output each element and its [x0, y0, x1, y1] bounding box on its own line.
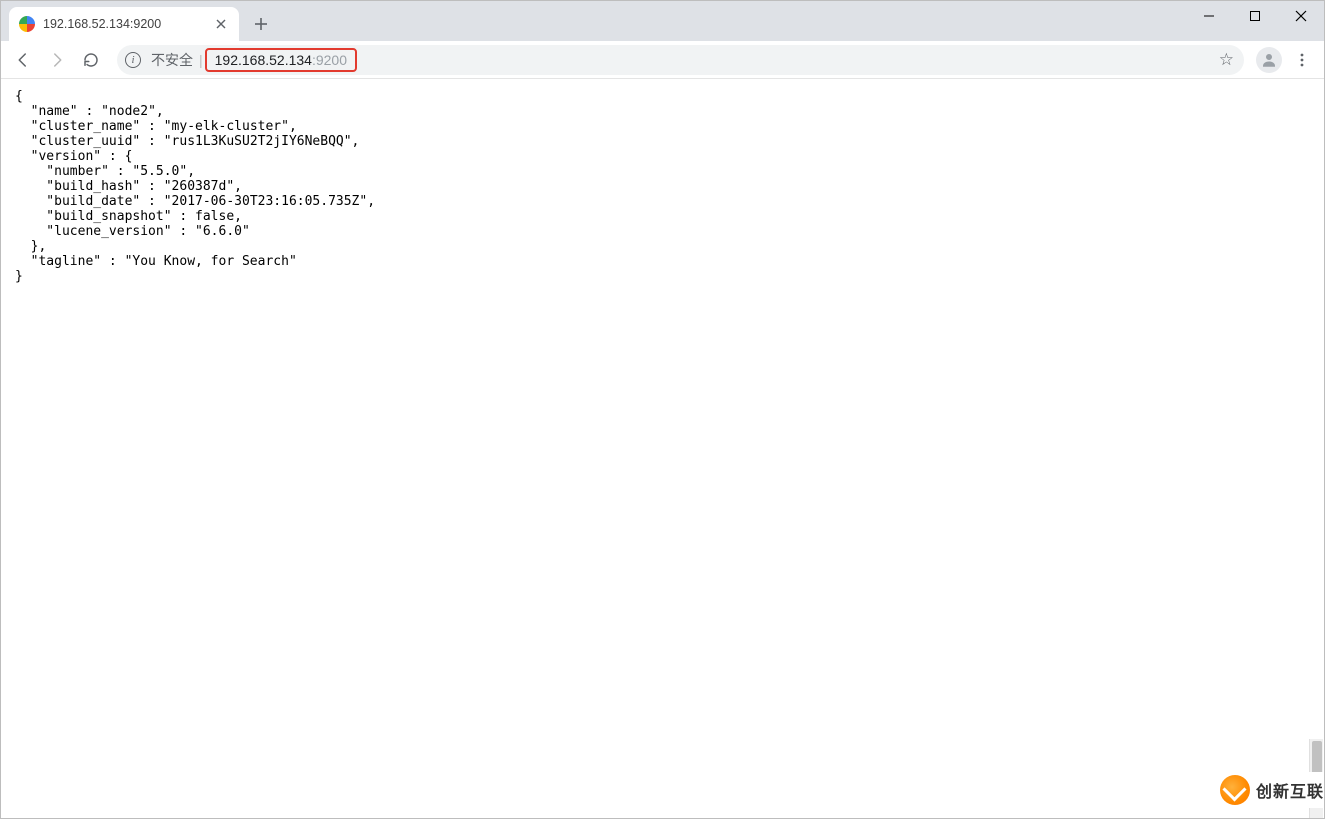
- separator: |: [199, 52, 203, 68]
- window-maximize-button[interactable]: [1232, 1, 1278, 31]
- url-host: 192.168.52.134: [215, 52, 312, 68]
- window-close-button[interactable]: [1278, 1, 1324, 31]
- json-cluster-name: my-elk-cluster: [172, 119, 282, 134]
- json-name: node2: [109, 104, 148, 119]
- json-build-hash: 260387d: [172, 179, 227, 194]
- window-minimize-button[interactable]: [1186, 1, 1232, 31]
- tab-title: 192.168.52.134:9200: [43, 17, 213, 31]
- browser-window: 192.168.52.134:9200: [0, 0, 1325, 819]
- back-button[interactable]: [9, 46, 37, 74]
- window-controls: [1186, 1, 1324, 31]
- bookmark-star-icon[interactable]: ☆: [1219, 50, 1234, 70]
- json-version-number: 5.5.0: [140, 164, 179, 179]
- tab-favicon: [19, 16, 35, 32]
- watermark-logo-icon: [1220, 775, 1250, 805]
- tab-bar: 192.168.52.134:9200: [1, 1, 1324, 41]
- url-port: :9200: [312, 52, 347, 68]
- json-build-date: 2017-06-30T23:16:05.735Z: [172, 194, 360, 209]
- browser-tab[interactable]: 192.168.52.134:9200: [9, 7, 239, 41]
- address-bar[interactable]: i 不安全 | 192.168.52.134:9200 ☆: [117, 45, 1244, 75]
- json-tagline: You Know, for Search: [132, 254, 289, 269]
- toolbar: i 不安全 | 192.168.52.134:9200 ☆: [1, 41, 1324, 79]
- tab-close-button[interactable]: [213, 16, 229, 32]
- json-cluster-uuid: rus1L3KuSU2T2jIY6NeBQQ: [172, 134, 344, 149]
- forward-button[interactable]: [43, 46, 71, 74]
- not-secure-label: 不安全: [151, 50, 193, 70]
- watermark: 创新互联: [1196, 772, 1324, 808]
- json-build-snapshot: false: [195, 209, 234, 224]
- browser-menu-button[interactable]: [1288, 46, 1316, 74]
- new-tab-button[interactable]: [247, 10, 275, 38]
- watermark-text: 创新互联: [1256, 778, 1324, 802]
- page-content: { "name" : "node2", "cluster_name" : "my…: [1, 79, 1324, 818]
- json-response: { "name" : "node2", "cluster_name" : "my…: [1, 79, 1324, 284]
- url-highlight-box: 192.168.52.134:9200: [205, 48, 357, 72]
- site-info-icon[interactable]: i: [125, 52, 141, 68]
- reload-button[interactable]: [77, 46, 105, 74]
- json-lucene-version: 6.6.0: [203, 224, 242, 239]
- profile-avatar-button[interactable]: [1256, 47, 1282, 73]
